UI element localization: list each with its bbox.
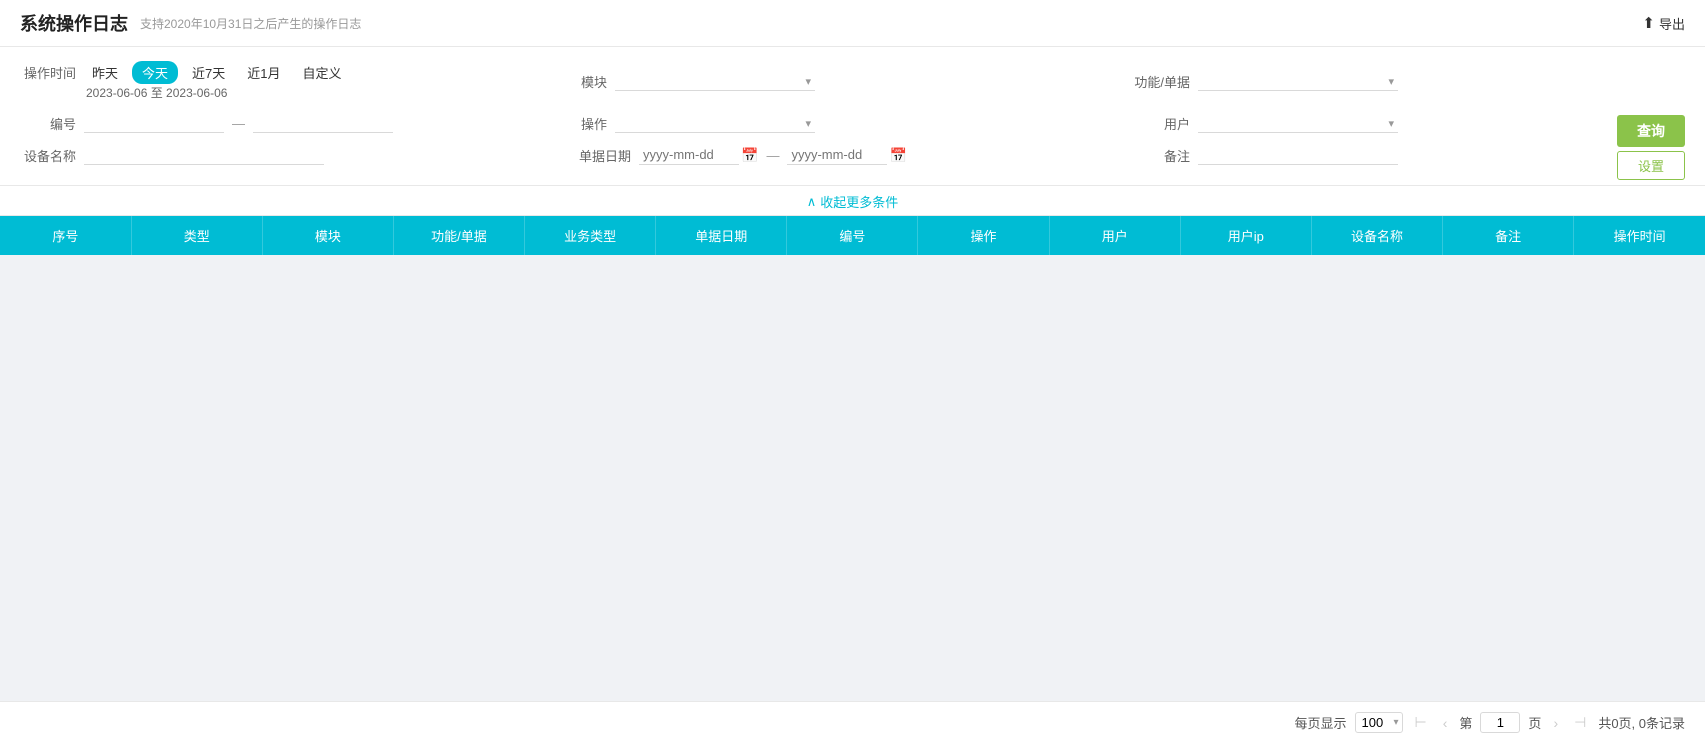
page-title: 系统操作日志 — [20, 10, 128, 36]
code-separator: — — [232, 116, 245, 131]
page-size-wrapper: 50 100 200 ▾ — [1355, 712, 1403, 733]
col-header-12: 操作时间 — [1574, 216, 1705, 255]
export-button[interactable]: ⬆ 导出 — [1642, 14, 1685, 33]
header-row: 序号类型模块功能/单据业务类型单据日期编号操作用户用户ip设备名称备注操作时间 — [0, 216, 1705, 255]
last-page-button[interactable]: ⊣ — [1570, 714, 1590, 731]
prev-page-button[interactable]: ‹ — [1439, 715, 1452, 731]
filter-area: 操作时间 昨天 今天 近7天 近1月 自定义 2023-06-06 至 2023… — [0, 47, 1705, 186]
docdate-label: 单据日期 — [575, 146, 631, 165]
collapse-bar: ∧ 收起更多条件 — [0, 186, 1705, 216]
col-header-10: 设备名称 — [1311, 216, 1442, 255]
collapse-label: 收起更多条件 — [820, 192, 898, 211]
col-header-3: 功能/单据 — [393, 216, 524, 255]
next-page-button[interactable]: › — [1549, 715, 1562, 731]
filter-cell-operation: 操作 ▾ — [575, 113, 1130, 133]
filter-cell-remark: 备注 — [1130, 145, 1685, 165]
collapse-icon: ∧ — [807, 194, 817, 210]
col-header-0: 序号 — [0, 216, 131, 255]
main-wrapper: 系统操作日志 支持2020年10月31日之后产生的操作日志 ⬆ 导出 操作时间 … — [0, 0, 1705, 743]
module-select-wrapper: ▾ — [615, 71, 815, 91]
time-label: 操作时间 — [20, 63, 76, 82]
col-header-1: 类型 — [131, 216, 262, 255]
filter-cell-module: 模块 ▾ — [575, 61, 1130, 101]
time-btn-custom[interactable]: 自定义 — [295, 62, 350, 83]
filter-cell-code: 编号 — — [20, 113, 575, 133]
settings-button[interactable]: 设置 — [1617, 151, 1685, 180]
time-btn-yesterday[interactable]: 昨天 — [84, 62, 126, 83]
page-unit: 页 — [1528, 713, 1541, 732]
page-size-select[interactable]: 50 100 200 — [1355, 712, 1403, 733]
remark-label: 备注 — [1130, 146, 1190, 165]
time-btn-today[interactable]: 今天 — [132, 61, 178, 84]
docdate-from-input[interactable] — [639, 145, 739, 165]
code-input-from[interactable] — [84, 113, 224, 133]
content-area: 序号类型模块功能/单据业务类型单据日期编号操作用户用户ip设备名称备注操作时间 — [0, 216, 1705, 701]
page-subtitle: 支持2020年10月31日之后产生的操作日志 — [140, 15, 361, 32]
filter-row-3: 设备名称 单据日期 📅 — 📅 备注 — [20, 145, 1685, 165]
calendar-to-icon[interactable]: 📅 — [889, 147, 906, 164]
col-header-2: 模块 — [262, 216, 393, 255]
filter-cell-func: 功能/单据 ▾ — [1130, 61, 1685, 101]
date-range-display: 2023-06-06 至 2023-06-06 — [84, 86, 227, 100]
filter-cell-user: 用户 ▾ — [1130, 113, 1685, 133]
filter-row-2: 编号 — 操作 ▾ 用户 — [20, 113, 1685, 133]
scroll-area[interactable]: 序号类型模块功能/单据业务类型单据日期编号操作用户用户ip设备名称备注操作时间 — [0, 216, 1705, 516]
remark-input[interactable] — [1198, 145, 1398, 165]
table-header: 序号类型模块功能/单据业务类型单据日期编号操作用户用户ip设备名称备注操作时间 — [0, 216, 1705, 255]
total-label: 共0页, 0条记录 — [1598, 713, 1685, 732]
code-input-to[interactable] — [253, 113, 393, 133]
user-select-wrapper: ▾ — [1198, 113, 1398, 133]
filter-cell-docdate: 单据日期 📅 — 📅 — [575, 145, 1130, 165]
export-label: 导出 — [1659, 14, 1685, 33]
page-size-label: 每页显示 — [1295, 713, 1347, 732]
docdate-separator: — — [766, 148, 779, 163]
export-icon: ⬆ — [1642, 14, 1655, 32]
first-page-button[interactable]: ⊢ — [1411, 714, 1431, 731]
col-header-6: 编号 — [787, 216, 918, 255]
filter-cell-device: 设备名称 — [20, 145, 575, 165]
filter-row-1: 操作时间 昨天 今天 近7天 近1月 自定义 2023-06-06 至 2023… — [20, 61, 1685, 101]
user-select[interactable] — [1198, 113, 1398, 133]
func-label: 功能/单据 — [1130, 72, 1190, 91]
module-label: 模块 — [575, 72, 607, 91]
user-label: 用户 — [1130, 114, 1190, 133]
page-label: 第 — [1459, 713, 1472, 732]
page-input[interactable] — [1480, 712, 1520, 733]
device-label: 设备名称 — [20, 146, 76, 165]
func-select-wrapper: ▾ — [1198, 71, 1398, 91]
header-left: 系统操作日志 支持2020年10月31日之后产生的操作日志 — [20, 10, 361, 36]
time-buttons: 昨天 今天 近7天 近1月 自定义 — [84, 61, 350, 84]
col-header-9: 用户ip — [1180, 216, 1311, 255]
collapse-button[interactable]: ∧ 收起更多条件 — [807, 192, 899, 211]
func-select[interactable] — [1198, 71, 1398, 91]
device-input[interactable] — [84, 145, 324, 165]
query-button[interactable]: 查询 — [1617, 115, 1685, 147]
time-btn-1month[interactable]: 近1月 — [239, 62, 288, 83]
docdate-to-input[interactable] — [787, 145, 887, 165]
col-header-5: 单据日期 — [656, 216, 787, 255]
operation-label: 操作 — [575, 114, 607, 133]
col-header-8: 用户 — [1049, 216, 1180, 255]
operation-select[interactable] — [615, 113, 815, 133]
page-header: 系统操作日志 支持2020年10月31日之后产生的操作日志 ⬆ 导出 — [0, 0, 1705, 47]
data-table: 序号类型模块功能/单据业务类型单据日期编号操作用户用户ip设备名称备注操作时间 — [0, 216, 1705, 255]
filter-cell-time: 操作时间 昨天 今天 近7天 近1月 自定义 2023-06-06 至 2023… — [20, 61, 575, 101]
time-btn-7days[interactable]: 近7天 — [184, 62, 233, 83]
module-select[interactable] — [615, 71, 815, 91]
code-label: 编号 — [20, 114, 76, 133]
calendar-from-icon[interactable]: 📅 — [741, 147, 758, 164]
operation-select-wrapper: ▾ — [615, 113, 815, 133]
col-header-11: 备注 — [1443, 216, 1574, 255]
col-header-7: 操作 — [918, 216, 1049, 255]
action-buttons: 查询 设置 — [1617, 115, 1685, 180]
pagination-bar: 每页显示 50 100 200 ▾ ⊢ ‹ 第 页 › ⊣ 共0页, 0条记录 — [0, 701, 1705, 743]
col-header-4: 业务类型 — [525, 216, 656, 255]
